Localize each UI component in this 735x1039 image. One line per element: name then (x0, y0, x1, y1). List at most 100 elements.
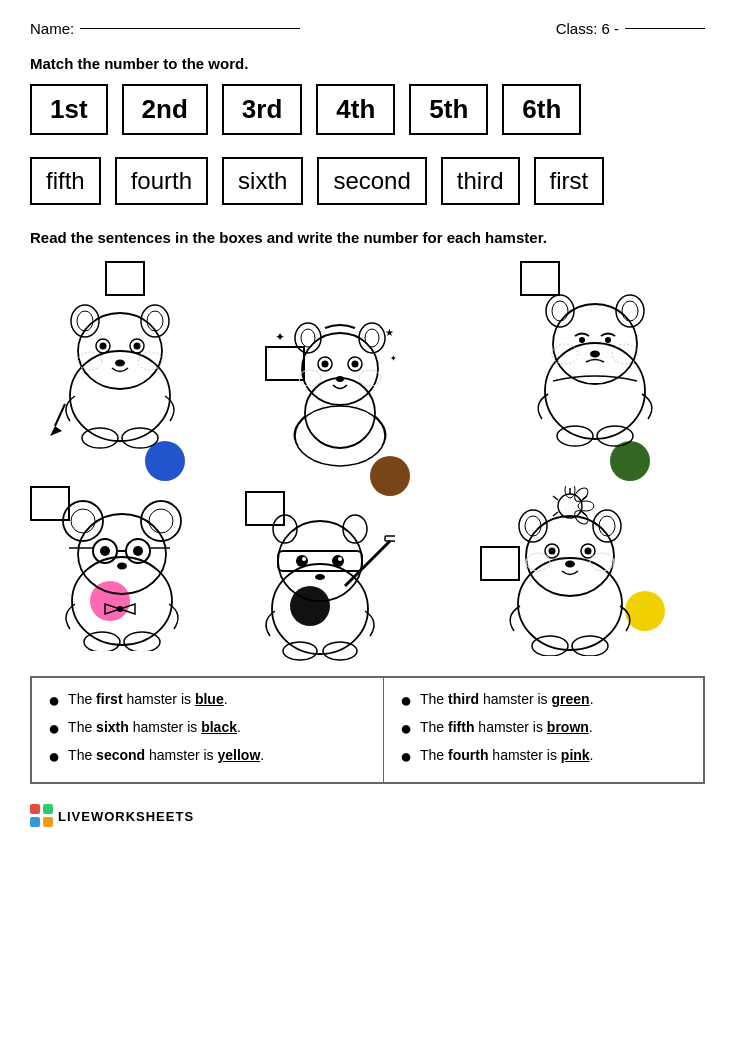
hamster-1 (50, 296, 190, 451)
clues-right-cell: ● The third hamster is green. ● The fift… (383, 677, 704, 783)
svg-point-23 (365, 329, 379, 347)
class-underline (625, 28, 705, 29)
clue-text-first-blue: The first hamster is blue. (68, 688, 228, 710)
svg-point-39 (622, 301, 638, 321)
class-label: Class: 6 - (556, 20, 619, 37)
answer-box-1[interactable] (105, 261, 145, 296)
svg-point-47 (72, 557, 172, 645)
svg-point-52 (149, 509, 173, 533)
hamster-6 (245, 501, 395, 661)
svg-point-72 (332, 555, 344, 567)
svg-text:✦: ✦ (390, 354, 397, 363)
svg-text:✦: ✦ (275, 330, 285, 344)
number-box-2nd: 2nd (122, 84, 208, 135)
svg-point-10 (115, 360, 125, 367)
logo-squares (30, 804, 54, 828)
svg-point-51 (71, 509, 95, 533)
svg-point-40 (579, 337, 585, 343)
svg-marker-16 (50, 426, 62, 436)
svg-point-90 (518, 558, 622, 650)
svg-point-5 (147, 311, 163, 331)
logo-text: LIVEWORKSHEETS (58, 809, 194, 824)
svg-point-48 (78, 514, 166, 594)
svg-point-9 (134, 343, 141, 350)
svg-point-38 (552, 301, 568, 321)
svg-point-75 (315, 574, 325, 580)
clue-item-sixth-black: ● The sixth hamster is black. (48, 716, 367, 740)
svg-point-74 (338, 557, 342, 561)
svg-point-73 (302, 557, 306, 561)
clue-item-first-blue: ● The first hamster is blue. (48, 688, 367, 712)
word-box-second[interactable]: second (317, 157, 426, 205)
hamster-area: ✦ ★ ✦ (30, 256, 705, 656)
bullet-5: ● (400, 716, 412, 740)
header: Name: Class: 6 - (30, 20, 705, 37)
svg-point-30 (352, 361, 359, 368)
svg-rect-77 (385, 536, 395, 541)
bullet-1: ● (48, 688, 60, 712)
logo-sq-2 (43, 804, 53, 814)
section2-title: Read the sentences in the boxes and writ… (30, 229, 705, 246)
svg-point-31 (336, 376, 344, 382)
svg-point-71 (296, 555, 308, 567)
svg-point-67 (278, 521, 362, 601)
hamster-2 (50, 496, 195, 651)
name-field: Name: (30, 20, 300, 37)
svg-point-44 (612, 344, 638, 364)
word-box-sixth[interactable]: sixth (222, 157, 303, 205)
clue-item-fifth-brown: ● The fifth hamster is brown. (400, 716, 687, 740)
bullet-6: ● (400, 744, 412, 768)
number-box-4th: 4th (316, 84, 395, 135)
clue-item-fourth-pink: ● The fourth hamster is pink. (400, 744, 687, 768)
svg-point-88 (578, 501, 594, 511)
logo-sq-3 (30, 817, 40, 827)
class-field: Class: 6 - (556, 20, 705, 37)
name-underline (80, 28, 300, 29)
clue-item-second-yellow: ● The second hamster is yellow. (48, 744, 367, 768)
svg-point-99 (585, 548, 592, 555)
svg-line-15 (55, 404, 65, 426)
word-box-third[interactable]: third (441, 157, 520, 205)
bullet-2: ● (48, 716, 60, 740)
liveworksheets-logo: LIVEWORKSHEETS (30, 804, 194, 828)
svg-point-91 (526, 516, 614, 596)
svg-point-22 (301, 329, 315, 347)
svg-point-93 (593, 510, 621, 542)
svg-line-85 (553, 496, 558, 500)
number-box-6th: 6th (502, 84, 581, 135)
word-box-first[interactable]: first (534, 157, 605, 205)
word-box-fourth[interactable]: fourth (115, 157, 208, 205)
clue-text-sixth-black: The sixth hamster is black. (68, 716, 241, 738)
logo-sq-4 (43, 817, 53, 827)
svg-point-42 (590, 351, 600, 358)
svg-point-59 (133, 546, 143, 556)
svg-point-100 (565, 561, 575, 568)
number-box-3rd: 3rd (222, 84, 302, 135)
words-row: fifth fourth sixth second third first (30, 157, 705, 205)
section1-title: Match the number to the word. (30, 55, 705, 72)
clues-left-cell: ● The first hamster is blue. ● The sixth… (31, 677, 383, 783)
svg-point-4 (77, 311, 93, 331)
name-label: Name: (30, 20, 74, 37)
logo-sq-1 (30, 804, 40, 814)
hamster-4 (490, 486, 650, 656)
numbers-row: 1st 2nd 3rd 4th 5th 6th (30, 84, 705, 135)
svg-point-92 (519, 510, 547, 542)
svg-text:★: ★ (385, 327, 394, 338)
svg-point-28 (322, 361, 329, 368)
svg-point-60 (117, 563, 127, 570)
word-box-fifth[interactable]: fifth (30, 157, 101, 205)
clue-text-fifth-brown: The fifth hamster is brown. (420, 716, 593, 738)
bullet-4: ● (400, 688, 412, 712)
svg-point-7 (100, 343, 107, 350)
svg-line-84 (553, 512, 558, 516)
svg-point-97 (549, 548, 556, 555)
number-box-1st: 1st (30, 84, 108, 135)
svg-point-17 (295, 406, 385, 466)
clue-text-fourth-pink: The fourth hamster is pink. (420, 744, 593, 766)
clues-table: ● The first hamster is blue. ● The sixth… (30, 676, 705, 784)
hamster-3 (520, 286, 670, 451)
clue-text-second-yellow: The second hamster is yellow. (68, 744, 264, 766)
footer: LIVEWORKSHEETS (30, 804, 705, 828)
hamster-5: ✦ ★ ✦ (270, 316, 410, 471)
